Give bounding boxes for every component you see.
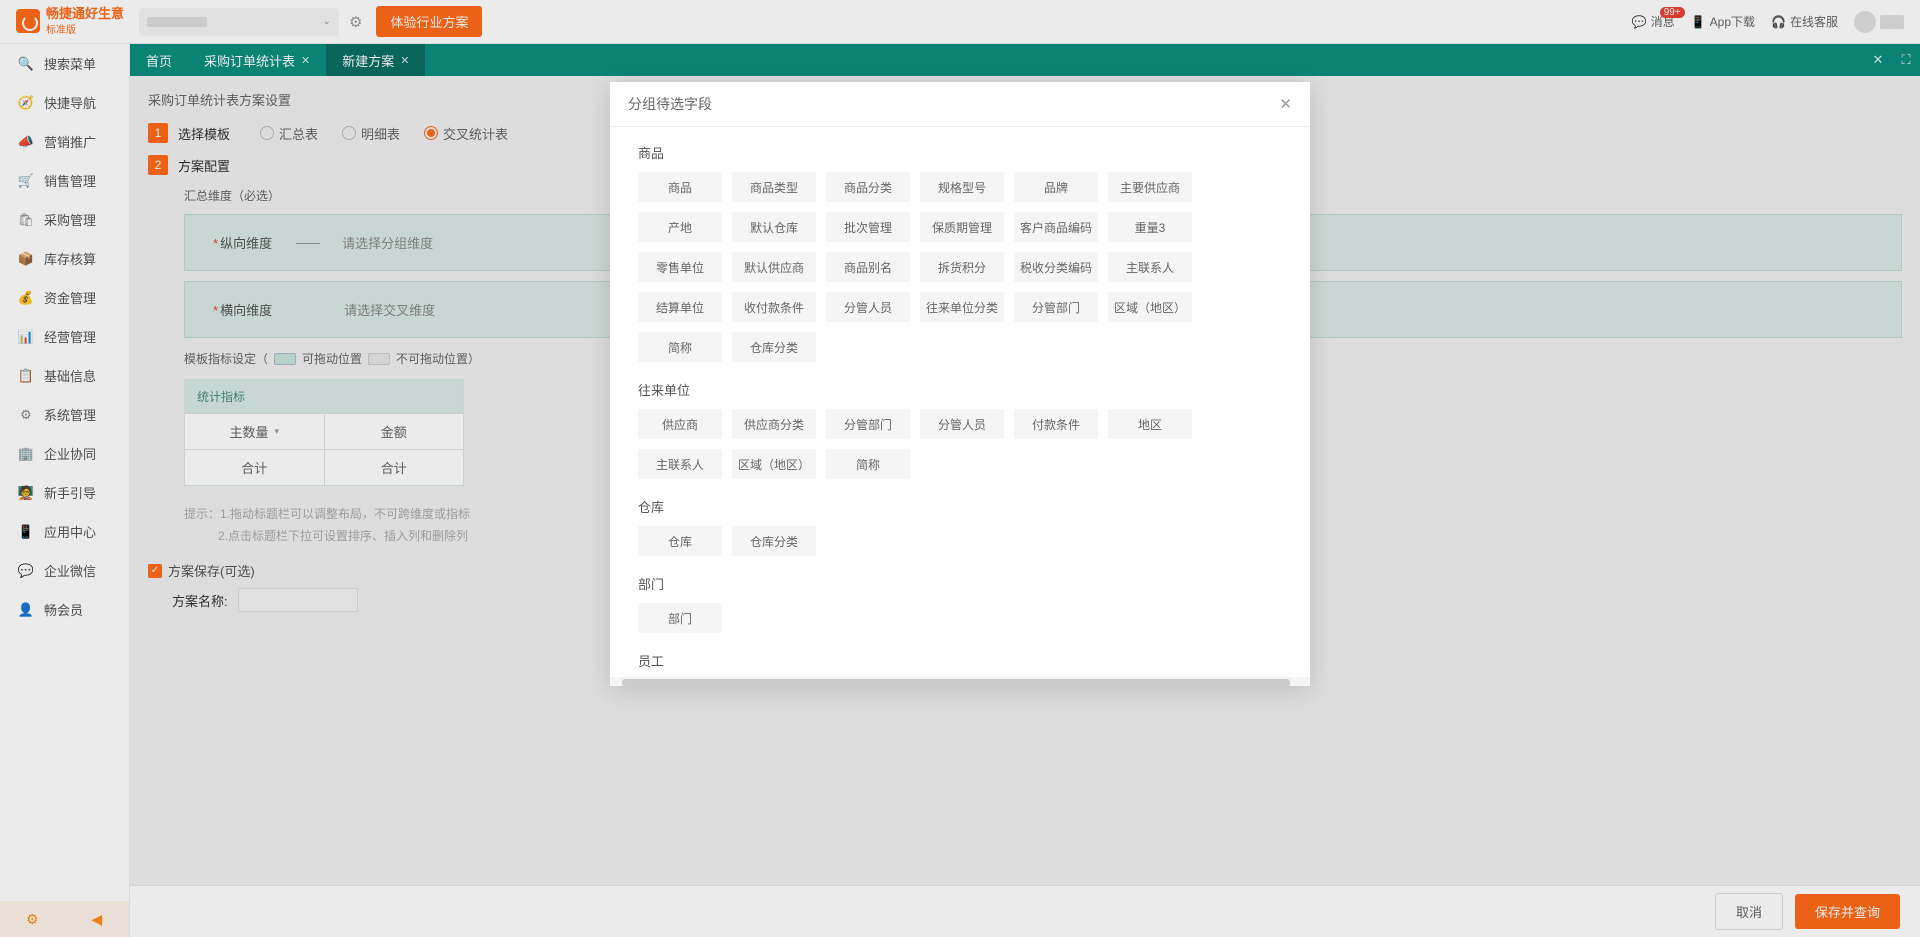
field-chip[interactable]: 分管部门: [826, 409, 910, 439]
field-chip[interactable]: 仓库: [638, 526, 722, 556]
field-group: 仓库仓库仓库分类: [638, 497, 1282, 556]
group-title: 商品: [638, 143, 1282, 162]
modal-header: 分组待选字段 ✕: [610, 82, 1310, 127]
field-chip[interactable]: 批次管理: [826, 212, 910, 242]
field-chip[interactable]: 重量3: [1108, 212, 1192, 242]
field-chip[interactable]: 商品: [638, 172, 722, 202]
field-chip[interactable]: 收付款条件: [732, 292, 816, 322]
field-chip[interactable]: 商品别名: [826, 252, 910, 282]
field-chip[interactable]: 主要供应商: [1108, 172, 1192, 202]
field-chip[interactable]: 主联系人: [1108, 252, 1192, 282]
close-icon[interactable]: ✕: [1279, 95, 1292, 113]
field-group: 往来单位供应商供应商分类分管部门分管人员付款条件地区主联系人区域（地区） 简称: [638, 380, 1282, 479]
h-scrollbar[interactable]: [610, 677, 1310, 686]
group-title: 仓库: [638, 497, 1282, 516]
field-chip[interactable]: 分管人员: [920, 409, 1004, 439]
field-chip[interactable]: 主联系人: [638, 449, 722, 479]
field-chip[interactable]: 商品分类: [826, 172, 910, 202]
field-chip[interactable]: 拆货积分: [920, 252, 1004, 282]
field-chip[interactable]: 分管部门: [1014, 292, 1098, 322]
field-picker-modal: 分组待选字段 ✕ 商品商品商品类型商品分类规格型号品牌主要供应商产地默认仓库批次…: [610, 82, 1310, 686]
field-chip[interactable]: 供应商分类: [732, 409, 816, 439]
field-chip[interactable]: 保质期管理: [920, 212, 1004, 242]
field-chip[interactable]: 付款条件: [1014, 409, 1098, 439]
field-group: 员工业务员: [638, 651, 1282, 677]
field-chip[interactable]: 税收分类编码: [1014, 252, 1098, 282]
field-chip[interactable]: 简称: [638, 332, 722, 362]
field-chip[interactable]: 零售单位: [638, 252, 722, 282]
field-chip[interactable]: 规格型号: [920, 172, 1004, 202]
field-chip[interactable]: 简称: [826, 449, 910, 479]
field-chip[interactable]: 区域（地区）: [732, 449, 816, 479]
field-chip[interactable]: 品牌: [1014, 172, 1098, 202]
modal-body: 商品商品商品类型商品分类规格型号品牌主要供应商产地默认仓库批次管理保质期管理客户…: [610, 127, 1310, 677]
field-chip[interactable]: 地区: [1108, 409, 1192, 439]
modal-title: 分组待选字段: [628, 94, 712, 114]
field-chip[interactable]: 仓库分类: [732, 332, 816, 362]
group-title: 往来单位: [638, 380, 1282, 399]
group-title: 员工: [638, 651, 1282, 670]
field-chip[interactable]: 客户商品编码: [1014, 212, 1098, 242]
field-chip[interactable]: 商品类型: [732, 172, 816, 202]
field-group: 商品商品商品类型商品分类规格型号品牌主要供应商产地默认仓库批次管理保质期管理客户…: [638, 143, 1282, 362]
field-chip[interactable]: 结算单位: [638, 292, 722, 322]
field-chip[interactable]: 默认供应商: [732, 252, 816, 282]
field-group: 部门部门: [638, 574, 1282, 633]
field-chip[interactable]: 仓库分类: [732, 526, 816, 556]
field-chip[interactable]: 产地: [638, 212, 722, 242]
field-chip[interactable]: 供应商: [638, 409, 722, 439]
field-chip[interactable]: 部门: [638, 603, 722, 633]
field-chip[interactable]: 区域（地区）: [1108, 292, 1192, 322]
field-chip[interactable]: 分管人员: [826, 292, 910, 322]
field-chip[interactable]: 往来单位分类: [920, 292, 1004, 322]
group-title: 部门: [638, 574, 1282, 593]
field-chip[interactable]: 默认仓库: [732, 212, 816, 242]
